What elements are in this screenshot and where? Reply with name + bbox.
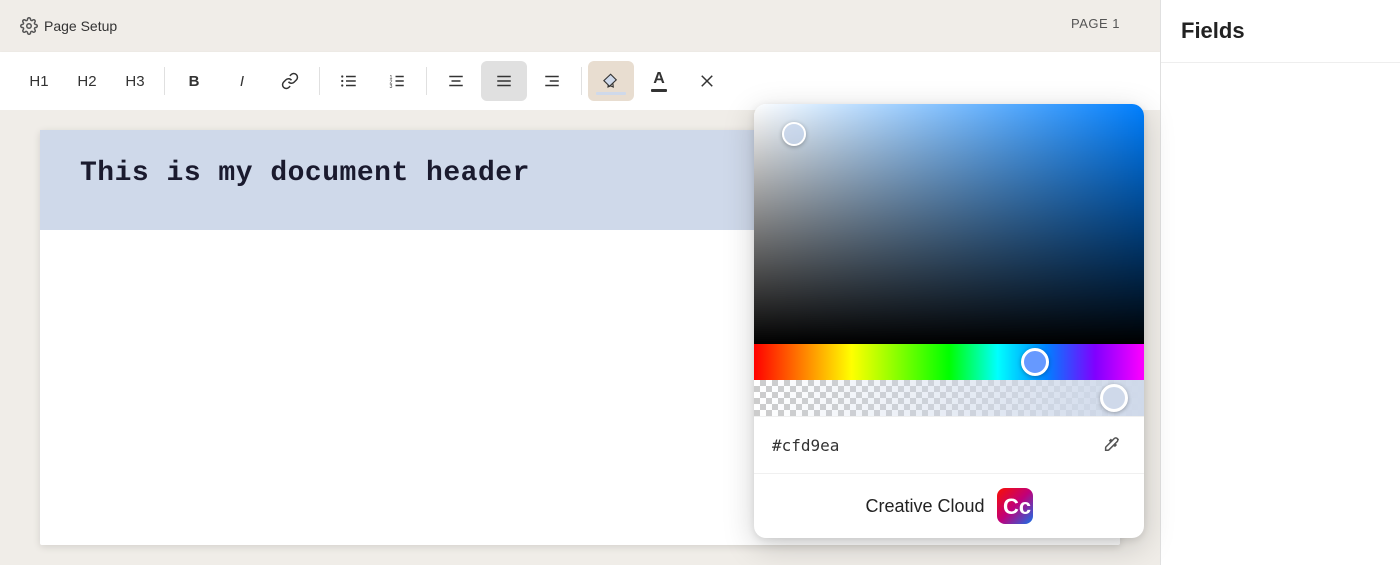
- color-picker-popup: Creative Cloud Cc: [754, 104, 1144, 538]
- separator-2: [319, 67, 320, 95]
- hue-handle[interactable]: [1021, 348, 1049, 376]
- text-color-a: A: [651, 70, 667, 92]
- highlight-icon: [602, 72, 620, 90]
- h2-button[interactable]: H2: [64, 61, 110, 101]
- highlight-button[interactable]: [588, 61, 634, 101]
- page-label: PAGE 1: [1071, 16, 1120, 31]
- h3-button[interactable]: H3: [112, 61, 158, 101]
- color-picker-handle[interactable]: [782, 122, 806, 146]
- eyedropper-button[interactable]: [1098, 431, 1126, 459]
- align-right-icon: [543, 72, 561, 90]
- color-gradient-area[interactable]: [754, 104, 1144, 344]
- align-right-button[interactable]: [529, 61, 575, 101]
- svg-text:3: 3: [390, 84, 393, 90]
- creative-cloud-section: Creative Cloud Cc: [754, 473, 1144, 538]
- eyedropper-icon: [1103, 436, 1121, 454]
- document-header-text: This is my document header: [80, 158, 530, 189]
- svg-text:Cc: Cc: [1003, 494, 1031, 519]
- color-alpha-bar[interactable]: [754, 380, 1144, 416]
- page-setup-button[interactable]: Page Setup: [20, 17, 117, 35]
- align-justify-button[interactable]: [481, 61, 527, 101]
- h1-button[interactable]: H1: [16, 61, 62, 101]
- page-setup-label: Page Setup: [44, 18, 117, 34]
- text-color-button[interactable]: A: [636, 61, 682, 101]
- separator-1: [164, 67, 165, 95]
- align-center-button[interactable]: [433, 61, 479, 101]
- creative-cloud-label: Creative Cloud: [865, 496, 984, 517]
- creative-cloud-icon: Cc: [997, 488, 1033, 524]
- clear-format-button[interactable]: [684, 61, 730, 101]
- italic-button[interactable]: I: [219, 61, 265, 101]
- fields-panel-title: Fields: [1181, 18, 1245, 43]
- clear-format-icon: [698, 72, 716, 90]
- hex-input[interactable]: [772, 436, 1088, 455]
- bullet-list-icon: [340, 72, 358, 90]
- link-button[interactable]: [267, 61, 313, 101]
- fields-panel: Fields: [1160, 0, 1400, 565]
- bold-button[interactable]: B: [171, 61, 217, 101]
- link-icon: [281, 72, 299, 90]
- align-center-icon: [447, 72, 465, 90]
- gear-icon: [20, 17, 38, 35]
- bullet-list-button[interactable]: [326, 61, 372, 101]
- numbered-list-button[interactable]: 1 2 3: [374, 61, 420, 101]
- separator-4: [581, 67, 582, 95]
- color-picker-bottom: [754, 416, 1144, 473]
- color-hue-bar[interactable]: [754, 344, 1144, 380]
- alpha-handle[interactable]: [1100, 384, 1128, 412]
- align-justify-icon: [495, 72, 513, 90]
- numbered-list-icon: 1 2 3: [388, 72, 406, 90]
- separator-3: [426, 67, 427, 95]
